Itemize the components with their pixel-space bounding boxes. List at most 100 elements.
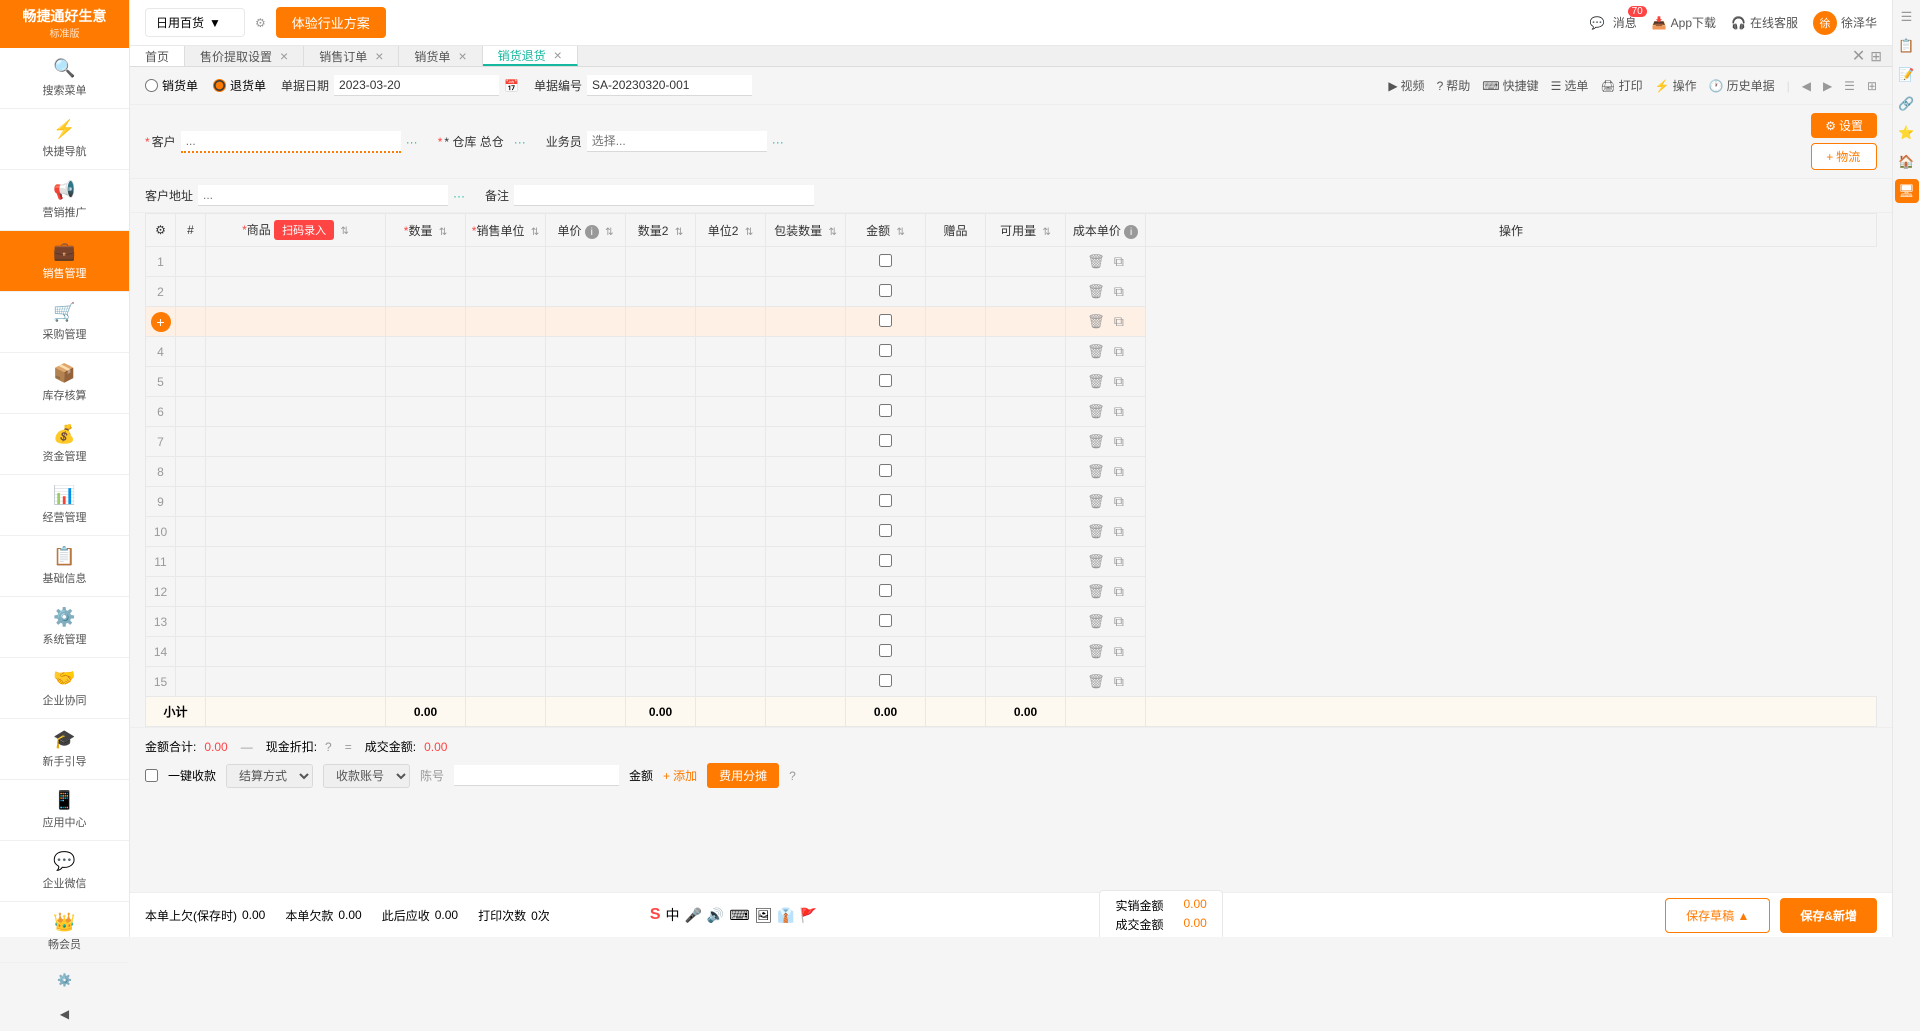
- row-13-unit[interactable]: [386, 607, 466, 637]
- row-5-pack-qty[interactable]: [696, 367, 766, 397]
- gift-checkbox-12[interactable]: [879, 584, 892, 597]
- online-service-area[interactable]: 🎧 在线客服: [1731, 14, 1798, 31]
- sidebar-item-vip[interactable]: 👑 畅会员: [0, 902, 129, 963]
- row-12-amount[interactable]: [766, 577, 846, 607]
- row-12-product[interactable]: [176, 577, 206, 607]
- row-7-cost-price[interactable]: [986, 427, 1066, 457]
- row-14-unit2[interactable]: [626, 637, 696, 667]
- right-panel-btn-5[interactable]: ⭐: [1895, 121, 1919, 145]
- payment-help-button[interactable]: ?: [789, 769, 796, 783]
- salesperson-more-icon[interactable]: ···: [772, 135, 784, 149]
- sidebar-bottom-collapse[interactable]: ◀: [0, 997, 129, 1031]
- row-11-unit2[interactable]: [626, 547, 696, 577]
- radio-return-input[interactable]: [213, 79, 226, 92]
- row-6-unit2[interactable]: [626, 397, 696, 427]
- col-unit2[interactable]: 单位2 ⇅: [696, 214, 766, 247]
- row-3-available[interactable]: [926, 307, 986, 337]
- copy-row-1-button[interactable]: ⧉: [1112, 251, 1126, 272]
- row-9-price[interactable]: [466, 487, 546, 517]
- gift-checkbox-8[interactable]: [879, 464, 892, 477]
- row-9-pack-qty[interactable]: [696, 487, 766, 517]
- right-panel-btn-2[interactable]: 📋: [1895, 34, 1919, 58]
- row-15-price[interactable]: [466, 667, 546, 697]
- row-11-amount[interactable]: [766, 547, 846, 577]
- sidebar-item-inventory[interactable]: 📦 库存核算: [0, 353, 129, 414]
- gift-checkbox-4[interactable]: [879, 344, 892, 357]
- row-2-amount[interactable]: [766, 277, 846, 307]
- delete-row-7-button[interactable]: 🗑: [1085, 431, 1107, 452]
- next-record-icon[interactable]: ▶: [1823, 79, 1832, 93]
- sidebar-item-purchase[interactable]: 🛒 采购管理: [0, 292, 129, 353]
- row-10-cost-price[interactable]: [986, 517, 1066, 547]
- gift-checkbox-3[interactable]: [879, 314, 892, 327]
- col-pack-qty[interactable]: 包装数量 ⇅: [766, 214, 846, 247]
- row-6-product[interactable]: [176, 397, 206, 427]
- payment-amount-input[interactable]: [454, 765, 619, 786]
- sidebar-bottom-settings[interactable]: ⚙️: [0, 963, 129, 997]
- gift-checkbox-9[interactable]: [879, 494, 892, 507]
- copy-row-10-button[interactable]: ⧉: [1112, 521, 1126, 542]
- row-14-qty[interactable]: [206, 637, 386, 667]
- col-available[interactable]: 可用量 ⇅: [986, 214, 1066, 247]
- row-15-unit2[interactable]: [626, 667, 696, 697]
- row-11-unit[interactable]: [386, 547, 466, 577]
- save-draft-button[interactable]: 保存草稿 ▲: [1665, 898, 1770, 933]
- address-more-icon[interactable]: ···: [453, 189, 465, 203]
- row-9-qty[interactable]: [206, 487, 386, 517]
- row-5-gift[interactable]: [846, 367, 926, 397]
- row-5-unit2[interactable]: [626, 367, 696, 397]
- row-10-amount[interactable]: [766, 517, 846, 547]
- split-cost-button[interactable]: 费用分摊: [707, 763, 779, 788]
- right-panel-btn-active[interactable]: 🖥: [1895, 179, 1919, 203]
- qty-sort-icon[interactable]: ⇅: [439, 227, 447, 238]
- copy-row-11-button[interactable]: ⧉: [1112, 551, 1126, 572]
- row-11-product[interactable]: [176, 547, 206, 577]
- available-sort-icon[interactable]: ⇅: [1042, 227, 1050, 238]
- logistics-action-button[interactable]: + 物流: [1811, 143, 1877, 170]
- row-10-gift[interactable]: [846, 517, 926, 547]
- row-8-qty[interactable]: [206, 457, 386, 487]
- row-2-cost-price[interactable]: [986, 277, 1066, 307]
- sidebar-item-sales[interactable]: 💼 销售管理: [0, 231, 129, 292]
- row-15-unit[interactable]: [386, 667, 466, 697]
- tab-sale-price[interactable]: 售价提取设置 ×: [185, 46, 304, 66]
- row-5-price[interactable]: [466, 367, 546, 397]
- scan-input-button[interactable]: 扫码录入: [274, 220, 334, 240]
- row-14-amount[interactable]: [766, 637, 846, 667]
- right-panel-btn-4[interactable]: 🔗: [1895, 92, 1919, 116]
- amount-sort-icon[interactable]: ⇅: [896, 227, 904, 238]
- row-5-unit[interactable]: [386, 367, 466, 397]
- col-gear[interactable]: ⚙: [146, 214, 176, 247]
- save-and-new-button[interactable]: 保存&新增: [1780, 898, 1877, 933]
- row-13-unit2[interactable]: [626, 607, 696, 637]
- row-4-amount[interactable]: [766, 337, 846, 367]
- gear-settings-icon[interactable]: ⚙: [255, 16, 266, 30]
- history-btn[interactable]: 🕐 历史单据: [1709, 77, 1775, 94]
- sidebar-item-marketing[interactable]: 📢 营销推广: [0, 170, 129, 231]
- row-3-pack-qty[interactable]: [696, 307, 766, 337]
- row-2-unit[interactable]: [386, 277, 466, 307]
- row-5-cost-price[interactable]: [986, 367, 1066, 397]
- copy-row-8-button[interactable]: ⧉: [1112, 461, 1126, 482]
- row-13-cost-price[interactable]: [986, 607, 1066, 637]
- row-7-available[interactable]: [926, 427, 986, 457]
- row-11-gift[interactable]: [846, 547, 926, 577]
- row-7-pack-qty[interactable]: [696, 427, 766, 457]
- qty2-sort-icon[interactable]: ⇅: [675, 227, 683, 238]
- radio-sale-out[interactable]: 销货单: [145, 77, 198, 94]
- row-3-price[interactable]: [466, 307, 546, 337]
- gift-checkbox-13[interactable]: [879, 614, 892, 627]
- gift-checkbox-14[interactable]: [879, 644, 892, 657]
- delete-row-10-button[interactable]: 🗑: [1085, 521, 1107, 542]
- row-14-price[interactable]: [466, 637, 546, 667]
- row-7-price[interactable]: [466, 427, 546, 457]
- copy-row-14-button[interactable]: ⧉: [1112, 641, 1126, 662]
- row-13-price[interactable]: [466, 607, 546, 637]
- row-1-unit2[interactable]: [626, 247, 696, 277]
- row-13-available[interactable]: [926, 607, 986, 637]
- table-gear-icon[interactable]: ⚙: [155, 223, 166, 237]
- row-6-price[interactable]: [466, 397, 546, 427]
- tab-sale-out[interactable]: 销货单 ×: [399, 46, 482, 66]
- row-1-pack-qty[interactable]: [696, 247, 766, 277]
- row-5-qty[interactable]: [206, 367, 386, 397]
